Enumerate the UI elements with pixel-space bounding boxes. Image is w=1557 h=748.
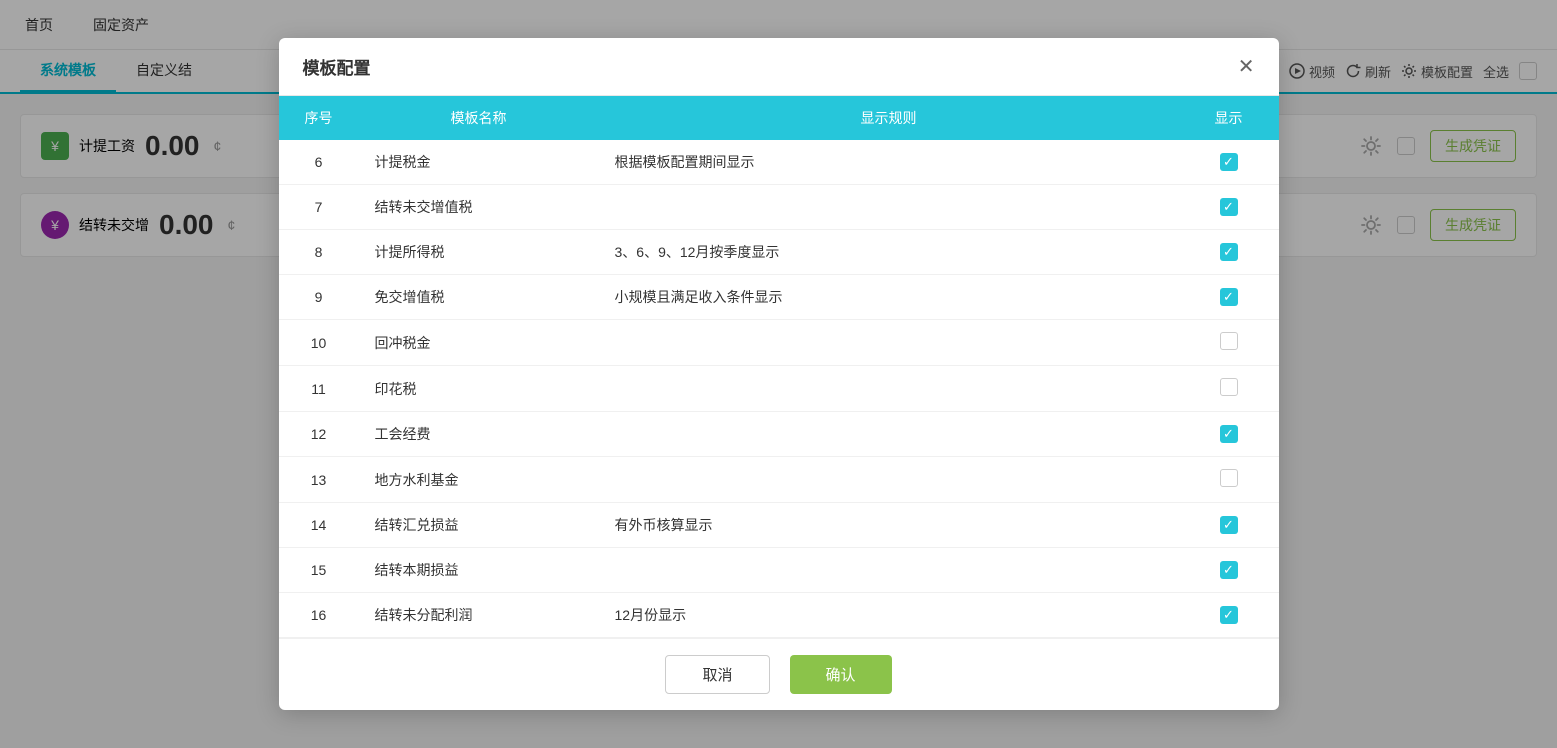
table-row: 9 免交增值税 小规模且满足收入条件显示 [279,275,1279,320]
row-checkbox-4[interactable] [1220,332,1238,350]
cell-name-7: 地方水利基金 [359,457,599,503]
col-header-rule: 显示规则 [599,96,1179,140]
cell-check-0[interactable] [1179,140,1279,185]
cell-name-8: 结转汇兑损益 [359,503,599,548]
cancel-button[interactable]: 取消 [665,655,769,694]
cell-rule-1 [599,185,1179,230]
cell-id-5: 11 [279,366,359,412]
col-header-show: 显示 [1179,96,1279,140]
table-row: 10 回冲税金 [279,320,1279,366]
confirm-button[interactable]: 确认 [790,655,892,694]
cell-rule-7 [599,457,1179,503]
cell-rule-5 [599,366,1179,412]
row-checkbox-9[interactable] [1220,561,1238,579]
row-checkbox-5[interactable] [1220,378,1238,396]
cell-rule-2: 3、6、9、12月按季度显示 [599,230,1179,275]
cell-check-5[interactable] [1179,366,1279,412]
table-row: 7 结转未交增值税 [279,185,1279,230]
cell-id-6: 12 [279,412,359,457]
modal-title: 模板配置 [303,54,371,79]
cell-check-9[interactable] [1179,548,1279,593]
cell-name-6: 工会经费 [359,412,599,457]
table-row: 15 结转本期损益 [279,548,1279,593]
cell-check-7[interactable] [1179,457,1279,503]
cell-name-2: 计提所得税 [359,230,599,275]
cell-check-6[interactable] [1179,412,1279,457]
cell-rule-10: 12月份显示 [599,593,1179,638]
cell-name-9: 结转本期损益 [359,548,599,593]
row-checkbox-7[interactable] [1220,469,1238,487]
table-row: 14 结转汇兑损益 有外币核算显示 [279,503,1279,548]
row-checkbox-8[interactable] [1220,516,1238,534]
table-row: 13 地方水利基金 [279,457,1279,503]
cell-id-4: 10 [279,320,359,366]
cell-name-0: 计提税金 [359,140,599,185]
row-checkbox-3[interactable] [1220,288,1238,306]
cell-name-3: 免交增值税 [359,275,599,320]
row-checkbox-10[interactable] [1220,606,1238,624]
cell-name-4: 回冲税金 [359,320,599,366]
cell-check-4[interactable] [1179,320,1279,366]
cell-check-3[interactable] [1179,275,1279,320]
row-checkbox-6[interactable] [1220,425,1238,443]
cell-check-2[interactable] [1179,230,1279,275]
col-header-name: 模板名称 [359,96,599,140]
cell-id-1: 7 [279,185,359,230]
cell-rule-8: 有外币核算显示 [599,503,1179,548]
cell-check-8[interactable] [1179,503,1279,548]
cell-name-5: 印花税 [359,366,599,412]
col-header-id: 序号 [279,96,359,140]
cell-check-1[interactable] [1179,185,1279,230]
cell-rule-0: 根据模板配置期间显示 [599,140,1179,185]
template-config-modal: 模板配置 ✕ 序号 模板名称 显示规则 显示 6 计提税金 根据模板配置期间显示 [279,38,1279,710]
modal-overlay: 模板配置 ✕ 序号 模板名称 显示规则 显示 6 计提税金 根据模板配置期间显示 [0,0,1557,748]
row-checkbox-1[interactable] [1220,198,1238,216]
cell-rule-4 [599,320,1179,366]
table-row: 6 计提税金 根据模板配置期间显示 [279,140,1279,185]
row-checkbox-0[interactable] [1220,153,1238,171]
cell-id-3: 9 [279,275,359,320]
cell-id-0: 6 [279,140,359,185]
cell-rule-3: 小规模且满足收入条件显示 [599,275,1179,320]
modal-close-button[interactable]: ✕ [1238,57,1255,77]
modal-footer: 取消 确认 [279,638,1279,710]
modal-header: 模板配置 ✕ [279,38,1279,96]
cell-rule-6 [599,412,1179,457]
table-row: 8 计提所得税 3、6、9、12月按季度显示 [279,230,1279,275]
config-table: 序号 模板名称 显示规则 显示 6 计提税金 根据模板配置期间显示 7 结转未交… [279,96,1279,638]
row-checkbox-2[interactable] [1220,243,1238,261]
cell-id-10: 16 [279,593,359,638]
table-row: 12 工会经费 [279,412,1279,457]
cell-check-10[interactable] [1179,593,1279,638]
cell-id-9: 15 [279,548,359,593]
cell-rule-9 [599,548,1179,593]
cell-id-2: 8 [279,230,359,275]
cell-name-1: 结转未交增值税 [359,185,599,230]
cell-name-10: 结转未分配利润 [359,593,599,638]
modal-table-container: 序号 模板名称 显示规则 显示 6 计提税金 根据模板配置期间显示 7 结转未交… [279,96,1279,638]
cell-id-7: 13 [279,457,359,503]
table-row: 11 印花税 [279,366,1279,412]
table-row: 16 结转未分配利润 12月份显示 [279,593,1279,638]
cell-id-8: 14 [279,503,359,548]
